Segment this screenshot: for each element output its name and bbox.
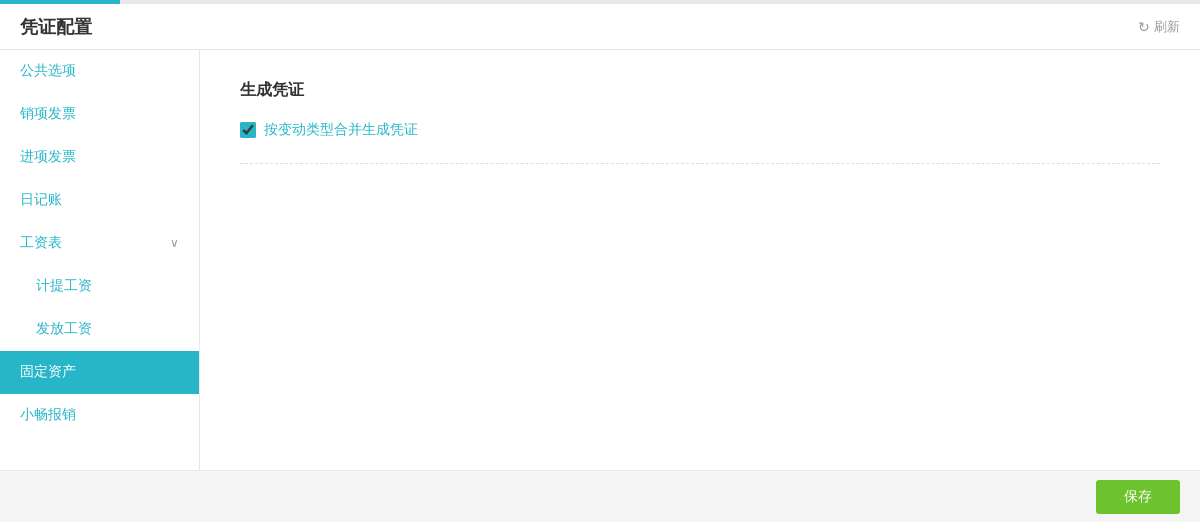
sidebar: 公共选项销项发票进项发票日记账工资表 ∨ 计提工资发放工资固定资产小畅报销: [0, 50, 200, 470]
sidebar-label-public: 公共选项: [20, 62, 76, 80]
sidebar-label-purchase-invoice: 进项发票: [20, 148, 76, 166]
refresh-button[interactable]: ↻ 刷新: [1138, 18, 1180, 36]
sidebar-item-payroll-commission[interactable]: 计提工资: [0, 265, 199, 308]
sidebar-item-payroll[interactable]: 工资表 ∨: [0, 222, 199, 265]
checkbox-row: 按变动类型合并生成凭证: [240, 121, 1160, 139]
content-area: 生成凭证 按变动类型合并生成凭证: [200, 50, 1200, 470]
refresh-icon: ↻: [1138, 19, 1150, 35]
sidebar-label-payroll-issue: 发放工资: [36, 320, 92, 338]
sidebar-label-payroll: 工资表: [20, 234, 62, 252]
main-content: 公共选项销项发票进项发票日记账工资表 ∨ 计提工资发放工资固定资产小畅报销 生成凭证…: [0, 50, 1200, 470]
sidebar-item-purchase-invoice[interactable]: 进项发票: [0, 136, 199, 179]
merge-checkbox[interactable]: [240, 122, 256, 138]
sidebar-label-payroll-commission: 计提工资: [36, 277, 92, 295]
page-title: 凭证配置: [20, 15, 92, 39]
sidebar-label-fixed-assets: 固定资产: [20, 363, 76, 381]
sidebar-label-expense: 小畅报销: [20, 406, 76, 424]
page-header: 凭证配置 ↻ 刷新: [0, 4, 1200, 50]
top-bar-active-indicator: [0, 0, 120, 4]
merge-checkbox-label[interactable]: 按变动类型合并生成凭证: [264, 121, 418, 139]
page-footer: 保存: [0, 470, 1200, 522]
sidebar-item-sales-invoice[interactable]: 销项发票: [0, 93, 199, 136]
sidebar-label-journal: 日记账: [20, 191, 62, 209]
save-button[interactable]: 保存: [1096, 480, 1180, 514]
top-bar: [0, 0, 1200, 4]
sidebar-item-fixed-assets[interactable]: 固定资产: [0, 351, 199, 394]
sidebar-item-public[interactable]: 公共选项: [0, 50, 199, 93]
section-title: 生成凭证: [240, 80, 1160, 101]
sidebar-item-payroll-issue[interactable]: 发放工资: [0, 308, 199, 351]
sidebar-item-journal[interactable]: 日记账: [0, 179, 199, 222]
sidebar-item-expense[interactable]: 小畅报销: [0, 394, 199, 437]
sidebar-label-sales-invoice: 销项发票: [20, 105, 76, 123]
section-divider: [240, 163, 1160, 164]
chevron-down-icon: ∨: [170, 236, 179, 250]
refresh-label: 刷新: [1154, 18, 1180, 36]
